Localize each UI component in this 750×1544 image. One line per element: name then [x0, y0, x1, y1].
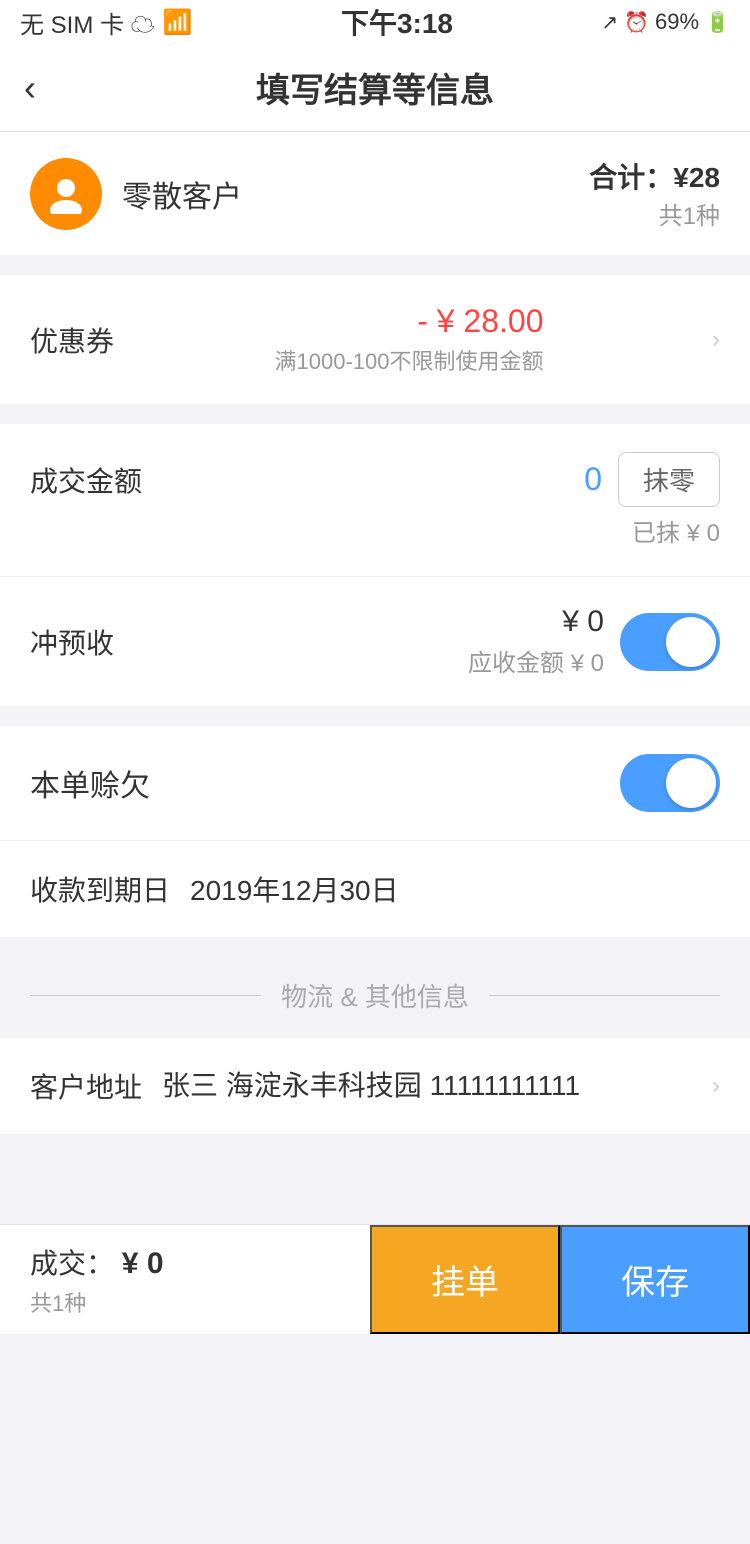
- bottom-count: 共1种: [30, 1286, 340, 1318]
- prepaid-amount: ¥ 0: [468, 605, 604, 639]
- divider-3: [0, 706, 750, 726]
- logistics-divider: 物流 & 其他信息: [0, 953, 750, 1038]
- divider-4: [0, 937, 750, 953]
- avatar: [30, 158, 102, 230]
- toggle-thumb: [666, 617, 716, 667]
- bottom-bar: 成交： ¥ 0 共1种 挂单 保存: [0, 1224, 750, 1334]
- address-label: 客户地址: [30, 1066, 142, 1106]
- debt-toggle-thumb: [666, 758, 716, 808]
- prepaid-label: 冲预收: [30, 622, 114, 662]
- transaction-sub: 已抹 ¥ 0: [632, 513, 720, 548]
- coupon-row[interactable]: 优惠券 - ¥ 28.00 满1000-100不限制使用金额 ›: [0, 275, 750, 404]
- coupon-chevron: ›: [712, 326, 720, 354]
- transaction-label: 成交金额: [30, 460, 142, 500]
- address-chevron: ›: [712, 1072, 720, 1100]
- divider-1: [0, 255, 750, 275]
- pending-button[interactable]: 挂单: [370, 1225, 560, 1334]
- customer-section: 零散客户 合计：¥28 共1种: [0, 132, 750, 255]
- bottom-transaction: 成交： ¥ 0: [30, 1242, 340, 1282]
- coupon-section[interactable]: 优惠券 - ¥ 28.00 满1000-100不限制使用金额 ›: [0, 275, 750, 404]
- debt-label: 本单赊欠: [30, 761, 150, 805]
- transaction-value: 0: [584, 461, 602, 498]
- debt-toggle[interactable]: [620, 754, 720, 812]
- prepaid-sub: 应收金额 ¥ 0: [468, 643, 604, 678]
- prepaid-section: 冲预收 ¥ 0 应收金额 ¥ 0: [0, 577, 750, 706]
- prepaid-toggle[interactable]: [620, 613, 720, 671]
- coupon-amount: - ¥ 28.00: [275, 303, 544, 340]
- divider-2: [0, 404, 750, 424]
- logistics-label: 物流 & 其他信息: [281, 977, 469, 1014]
- due-date-label: 收款到期日: [30, 869, 170, 909]
- battery-text: 69%: [655, 9, 699, 35]
- alarm-icon: ⏰: [624, 10, 649, 35]
- bottom-transaction-value: ¥ 0: [122, 1247, 164, 1280]
- nav-bar: ‹ 填写结算等信息: [0, 44, 750, 132]
- due-date-section: 收款到期日 2019年12月30日: [0, 840, 750, 937]
- page-title: 填写结算等信息: [256, 63, 494, 112]
- status-time: 下午3:18: [341, 2, 453, 42]
- battery-icon: 🔋: [705, 10, 730, 35]
- due-date-value: 2019年12月30日: [190, 869, 399, 909]
- debt-section: 本单赊欠: [0, 726, 750, 840]
- total-count: 共1种: [589, 196, 720, 231]
- status-bar: 无 SIM 卡 ☁ 📶 下午3:18 ↗ ⏰ 69% 🔋: [0, 0, 750, 44]
- coupon-label: 优惠券: [30, 320, 114, 360]
- address-value: 张三 海淀永丰科技园 11111111111: [162, 1066, 580, 1105]
- status-left: 无 SIM 卡 ☁ 📶: [20, 5, 193, 40]
- sim-status: 无 SIM 卡 ☁: [20, 5, 155, 40]
- wifi-icon: 📶: [163, 8, 193, 37]
- back-button[interactable]: ‹: [24, 67, 36, 109]
- address-section[interactable]: 客户地址 张三 海淀永丰科技园 11111111111 ›: [0, 1038, 750, 1134]
- round-button[interactable]: 抹零: [618, 452, 720, 507]
- status-right: ↗ ⏰ 69% 🔋: [601, 9, 730, 35]
- total-amount: 合计：¥28: [589, 156, 720, 196]
- bottom-info: 成交： ¥ 0 共1种: [0, 1225, 370, 1334]
- customer-row: 零散客户 合计：¥28 共1种: [0, 132, 750, 255]
- customer-name: 零散客户: [122, 172, 242, 216]
- bottom-transaction-label: 成交：: [30, 1248, 114, 1279]
- location-icon: ↗: [601, 10, 618, 35]
- save-button[interactable]: 保存: [560, 1225, 750, 1334]
- transaction-section: 成交金额 0 抹零 已抹 ¥ 0: [0, 424, 750, 577]
- coupon-desc: 满1000-100不限制使用金额: [275, 344, 544, 376]
